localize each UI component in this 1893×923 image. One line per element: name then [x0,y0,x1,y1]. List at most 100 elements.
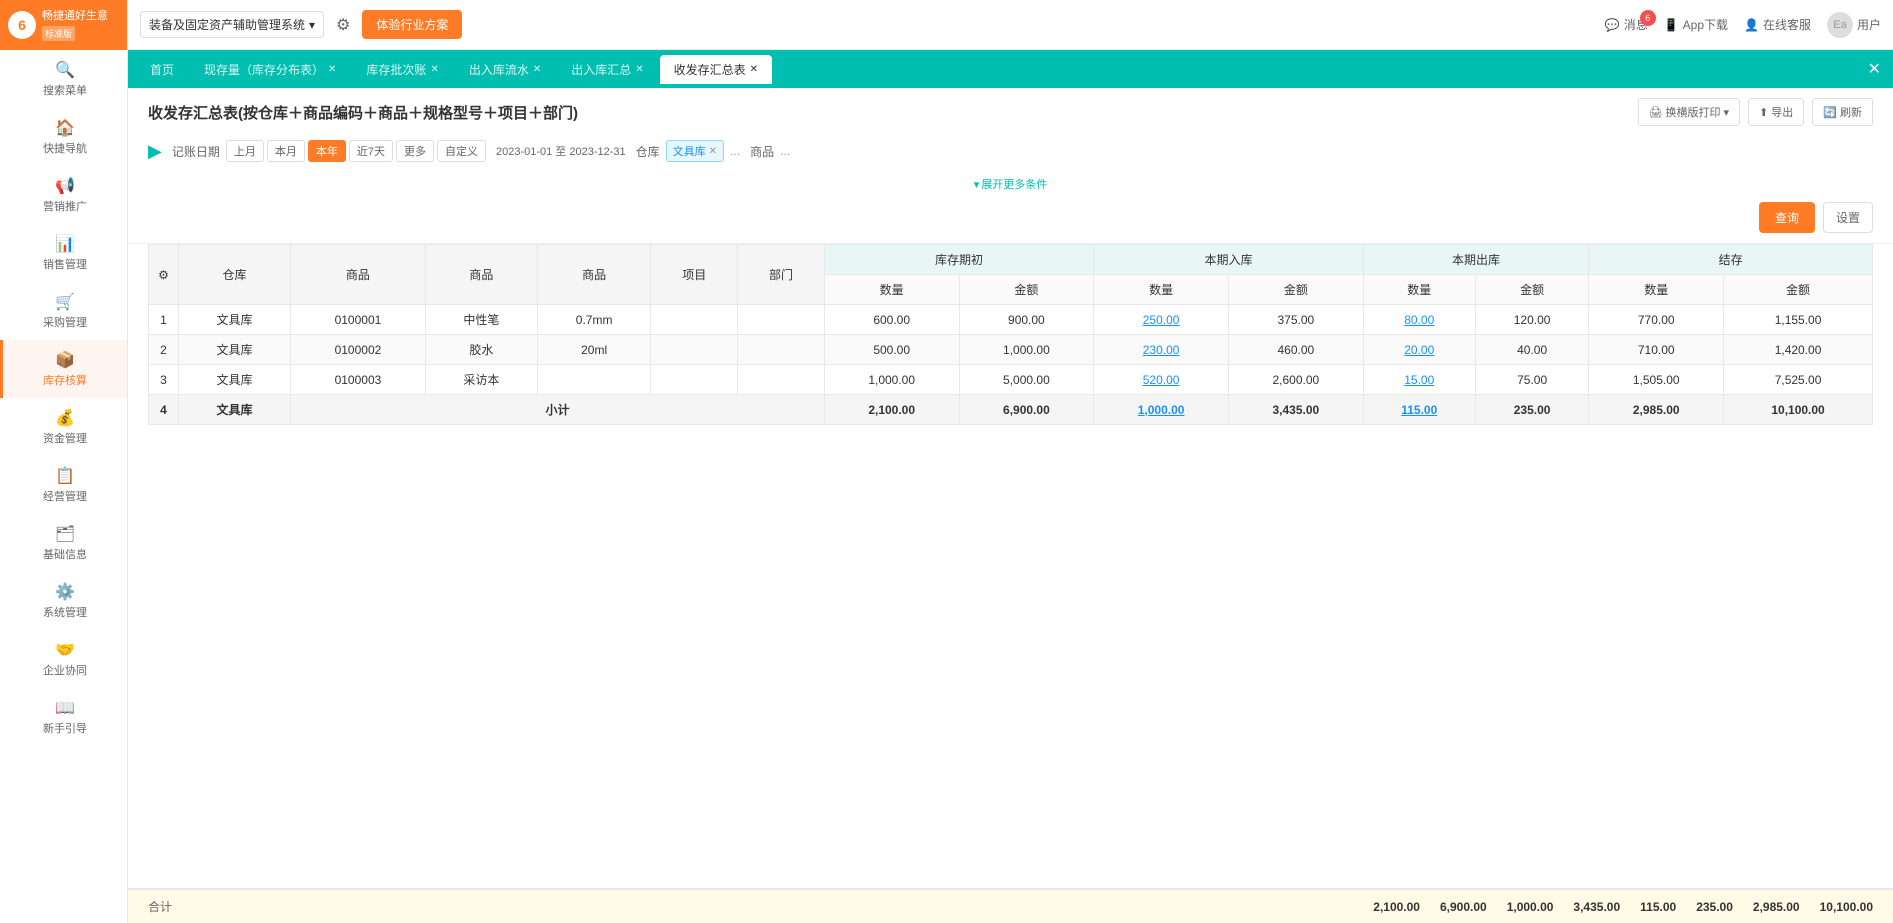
close-all-tabs-button[interactable]: ✕ [1864,59,1885,79]
sidebar-item-guide-label: 新手引导 [43,720,87,736]
service-icon: 👤 [1744,18,1759,32]
sidebar-item-operations[interactable]: 📋 经营管理 [0,456,127,514]
row2-seq: 2 [149,335,179,365]
sidebar-item-guide[interactable]: 📖 新手引导 [0,688,127,746]
warehouse-tag[interactable]: 文具库 ✕ [666,140,724,162]
row1-seq: 1 [149,305,179,335]
tab-batch-close[interactable]: ✕ [430,64,438,75]
service-action[interactable]: 👤 在线客服 [1744,16,1811,33]
row2-in-qty[interactable]: 230.00 [1094,335,1229,365]
sidebar-item-purchase[interactable]: 🛒 采购管理 [0,282,127,340]
row3-project [651,365,738,395]
dept-col-header: 部门 [738,245,825,305]
date-btn-this-year[interactable]: 本年 [308,140,346,162]
subtotal-open-qty: 2,100.00 [824,395,959,425]
sidebar-item-system[interactable]: ⚙️ 系统管理 [0,572,127,630]
date-btn-this-month[interactable]: 本月 [267,140,305,162]
goods-more-btn[interactable]: ... [780,144,790,158]
warehouse-col-header: 仓库 [179,245,291,305]
main-area: 装备及固定资产辅助管理系统 ▾ ⚙ 体验行业方案 💬 消息 6 📱 App下载 … [128,0,1893,923]
settings-gear-icon[interactable]: ⚙ [336,15,350,35]
tab-receive-summary[interactable]: 收发存汇总表 ✕ [660,55,772,84]
sidebar-item-quick-label: 快捷导航 [43,140,87,156]
sidebar-item-enterprise[interactable]: 🤝 企业协同 [0,630,127,688]
row1-in-qty[interactable]: 250.00 [1094,305,1229,335]
row3-open-amt: 5,000.00 [959,365,1094,395]
app-download-action[interactable]: 📱 App下载 [1664,16,1728,33]
export-button[interactable]: ⬆ 导出 [1748,98,1804,126]
expand-more-button[interactable]: ▾ 展开更多条件 [974,176,1048,192]
open-stock-header: 库存期初 [824,245,1093,275]
sidebar-item-search[interactable]: 🔍 搜索菜单 [0,50,127,108]
tab-batch-label: 库存批次账 [366,61,426,78]
refresh-button[interactable]: 🔄 刷新 [1812,98,1873,126]
footer-bal-qty: 2,985.00 [1753,900,1800,914]
footer-bal-amt: 10,100.00 [1820,900,1873,914]
subtotal-out-qty[interactable]: 115.00 [1363,395,1475,425]
logo-icon: 6 [8,11,36,39]
message-action[interactable]: 💬 消息 6 [1605,16,1648,33]
trial-button[interactable]: 体验行业方案 [362,10,462,39]
table-settings-header[interactable]: ⚙ [149,245,179,305]
row2-out-qty[interactable]: 20.00 [1363,335,1475,365]
warehouse-more-btn[interactable]: ... [730,144,740,158]
filter-expand-arrow[interactable]: ▶ [148,141,162,162]
notification-badge: 6 [1640,10,1656,26]
tab-inout-summary[interactable]: 出入库汇总 ✕ [557,55,657,84]
date-btn-7days[interactable]: 近7天 [349,140,393,162]
row1-in-amt: 375.00 [1228,305,1363,335]
row3-open-qty: 1,000.00 [824,365,959,395]
sidebar-item-inventory[interactable]: 📦 库存核算 [0,340,127,398]
row2-code: 0100002 [291,335,426,365]
export-label: 导出 [1771,104,1793,120]
goods-filter-group: 商品 ... [750,143,790,160]
system-dropdown[interactable]: 装备及固定资产辅助管理系统 ▾ [140,11,324,38]
date-btn-more[interactable]: 更多 [396,140,434,162]
goods-filter-label: 商品 [750,143,774,160]
row2-project [651,335,738,365]
row1-out-qty[interactable]: 80.00 [1363,305,1475,335]
tab-inout-flow-close[interactable]: ✕ [533,64,541,75]
tab-inout-summary-close[interactable]: ✕ [635,64,643,75]
sidebar-item-marketing[interactable]: 📢 营销推广 [0,166,127,224]
subtotal-in-qty[interactable]: 1,000.00 [1094,395,1229,425]
query-button[interactable]: 查询 [1759,202,1815,233]
sidebar-item-basic[interactable]: 🗂 基础信息 [0,514,127,572]
row3-in-qty[interactable]: 520.00 [1094,365,1229,395]
warehouse-tag-remove[interactable]: ✕ [709,146,717,157]
print-button[interactable]: 🖨 换横版打印 ▾ [1638,98,1741,126]
tab-receive-summary-close[interactable]: ✕ [750,64,758,75]
row1-project [651,305,738,335]
out-qty-header: 数量 [1363,275,1475,305]
tab-batch[interactable]: 库存批次账 ✕ [352,55,452,84]
sales-icon: 📊 [55,234,75,254]
sidebar-item-sales[interactable]: 📊 销售管理 [0,224,127,282]
subtotal-warehouse: 文具库 [179,395,291,425]
row3-out-amt: 75.00 [1475,365,1589,395]
date-btn-custom[interactable]: 自定义 [437,140,486,162]
topbar-actions: 💬 消息 6 📱 App下载 👤 在线客服 Ea 用户 [1605,12,1881,38]
subtotal-out-amt: 235.00 [1475,395,1589,425]
sidebar-item-basic-label: 基础信息 [43,546,87,562]
date-btn-prev-month[interactable]: 上月 [226,140,264,162]
row3-in-amt: 2,600.00 [1228,365,1363,395]
row3-out-qty[interactable]: 15.00 [1363,365,1475,395]
balance-header: 结存 [1589,245,1873,275]
subtotal-in-amt: 3,435.00 [1228,395,1363,425]
user-action[interactable]: Ea 用户 [1827,12,1881,38]
tab-inout-flow[interactable]: 出入库流水 ✕ [455,55,555,84]
table-footer: 合计 2,100.00 6,900.00 1,000.00 3,435.00 1… [128,888,1893,923]
spec-col-header: 商品 [537,245,651,305]
sidebar-item-search-label: 搜索菜单 [43,82,87,98]
marketing-icon: 📢 [55,176,75,196]
filter-settings-button[interactable]: 设置 [1823,202,1873,233]
row2-open-qty: 500.00 [824,335,959,365]
inventory-icon: 📦 [55,350,75,370]
sidebar-item-finance[interactable]: 💰 资金管理 [0,398,127,456]
sidebar-item-system-label: 系统管理 [43,604,87,620]
row2-open-amt: 1,000.00 [959,335,1094,365]
sidebar-item-quick[interactable]: 🏠 快捷导航 [0,108,127,166]
tab-home[interactable]: 首页 [136,55,188,84]
tab-stock-dist-close[interactable]: ✕ [328,64,336,75]
tab-stock-dist[interactable]: 现存量（库存分布表） ✕ [190,55,350,84]
